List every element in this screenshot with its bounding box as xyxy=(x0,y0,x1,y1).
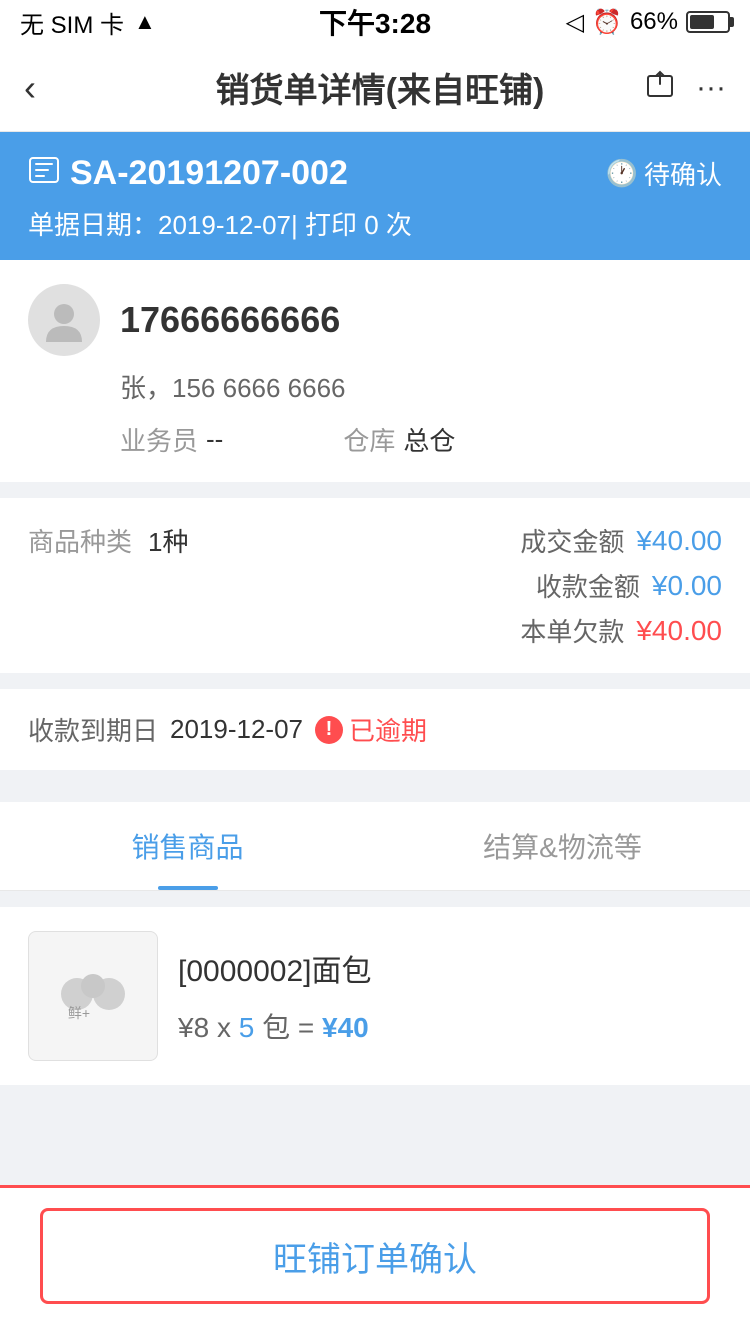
customer-name: 张，156 6666 6666 xyxy=(120,368,722,405)
carrier-label: 无 SIM 卡 xyxy=(20,5,124,40)
order-status: 🕐 待确认 xyxy=(606,155,722,192)
order-date: 单据日期：2019-12-07| 打印 0 次 xyxy=(28,205,722,242)
status-bar-right: ◁ ⏰ 66% xyxy=(566,8,730,37)
export-icon[interactable] xyxy=(644,68,676,108)
warehouse-value: 总仓 xyxy=(403,421,455,458)
product-name: [0000002]面包 xyxy=(178,946,722,990)
received-label: 收款金额 xyxy=(536,567,640,604)
confirm-order-button[interactable]: 旺铺订单确认 xyxy=(40,1208,710,1304)
product-thumbnail: 鲜+ xyxy=(28,931,158,1061)
status-bar: 无 SIM 卡 ▲ 下午3:28 ◁ ⏰ 66% xyxy=(0,0,750,44)
product-price: ¥8 x 5 包 = ¥40 xyxy=(178,1006,722,1046)
page-title: 销货单详情(来自旺铺) xyxy=(56,63,704,112)
sales-rep-label: 业务员 xyxy=(120,421,198,458)
overdue-badge: ! 已逾期 xyxy=(315,711,427,748)
stats-left: 商品种类 1种 xyxy=(28,522,188,559)
deal-amount-value: ¥40.00 xyxy=(636,525,722,557)
battery-percent: 66% xyxy=(630,8,678,36)
nav-bar: ‹ 销货单详情(来自旺铺) ··· xyxy=(0,44,750,132)
product-total: ¥40 xyxy=(322,1012,369,1043)
product-section: 鲜+ [0000002]面包 ¥8 x 5 包 = ¥40 xyxy=(0,907,750,1085)
order-header-banner: SA-20191207-002 🕐 待确认 单据日期：2019-12-07| 打… xyxy=(0,132,750,260)
battery-icon xyxy=(686,11,730,33)
tab-bar: 销售商品 结算&物流等 xyxy=(0,802,750,891)
tab-settlement[interactable]: 结算&物流等 xyxy=(375,802,750,890)
customer-section: 17666666666 张，156 6666 6666 业务员 -- 仓库 总仓 xyxy=(0,260,750,482)
more-icon[interactable]: ··· xyxy=(696,71,726,105)
alarm-icon: ⏰ xyxy=(592,8,622,37)
order-icon xyxy=(28,154,60,193)
owed-label: 本单欠款 xyxy=(520,612,624,649)
product-item: 鲜+ [0000002]面包 ¥8 x 5 包 = ¥40 xyxy=(28,931,722,1061)
stats-section: 商品种类 1种 成交金额 ¥40.00 收款金额 ¥0.00 本单欠款 ¥40.… xyxy=(0,498,750,673)
product-type-value: 1种 xyxy=(148,522,188,559)
svg-text:鲜+: 鲜+ xyxy=(68,1005,90,1021)
deal-amount-row: 成交金额 ¥40.00 xyxy=(520,522,722,559)
due-date-label: 收款到期日 xyxy=(28,711,158,748)
overdue-icon: ! xyxy=(315,716,343,744)
due-date-section: 收款到期日 2019-12-07 ! 已逾期 xyxy=(0,689,750,770)
warehouse-label: 仓库 xyxy=(343,421,395,458)
product-type-label: 商品种类 xyxy=(28,522,132,559)
wifi-icon: ▲ xyxy=(134,9,156,35)
tab-underline xyxy=(158,886,218,890)
confirm-button-wrap: 旺铺订单确认 xyxy=(0,1185,750,1334)
deal-amount-label: 成交金额 xyxy=(520,522,624,559)
sales-rep-value: -- xyxy=(206,424,223,455)
status-bar-time: 下午3:28 xyxy=(319,2,431,42)
divider xyxy=(0,786,750,802)
due-date-value: 2019-12-07 xyxy=(170,714,303,745)
owed-amount-value: ¥40.00 xyxy=(636,615,722,647)
product-info: [0000002]面包 ¥8 x 5 包 = ¥40 xyxy=(178,946,722,1046)
back-button[interactable]: ‹ xyxy=(24,67,36,109)
overdue-text: 已逾期 xyxy=(349,711,427,748)
location-icon: ◁ xyxy=(566,8,584,37)
nav-actions: ··· xyxy=(644,68,726,108)
order-id: SA-20191207-002 xyxy=(28,154,348,193)
status-bar-left: 无 SIM 卡 ▲ xyxy=(20,5,156,40)
stats-right: 成交金额 ¥40.00 收款金额 ¥0.00 本单欠款 ¥40.00 xyxy=(520,522,722,649)
clock-icon: 🕐 xyxy=(606,158,638,189)
owed-amount-row: 本单欠款 ¥40.00 xyxy=(520,612,722,649)
received-amount-value: ¥0.00 xyxy=(652,570,722,602)
customer-phone: 17666666666 xyxy=(120,299,340,341)
product-qty: 5 xyxy=(239,1012,255,1043)
received-amount-row: 收款金额 ¥0.00 xyxy=(536,567,722,604)
customer-row: 17666666666 xyxy=(28,284,722,356)
avatar xyxy=(28,284,100,356)
tab-sales[interactable]: 销售商品 xyxy=(0,802,375,890)
customer-meta: 业务员 -- 仓库 总仓 xyxy=(120,421,722,458)
